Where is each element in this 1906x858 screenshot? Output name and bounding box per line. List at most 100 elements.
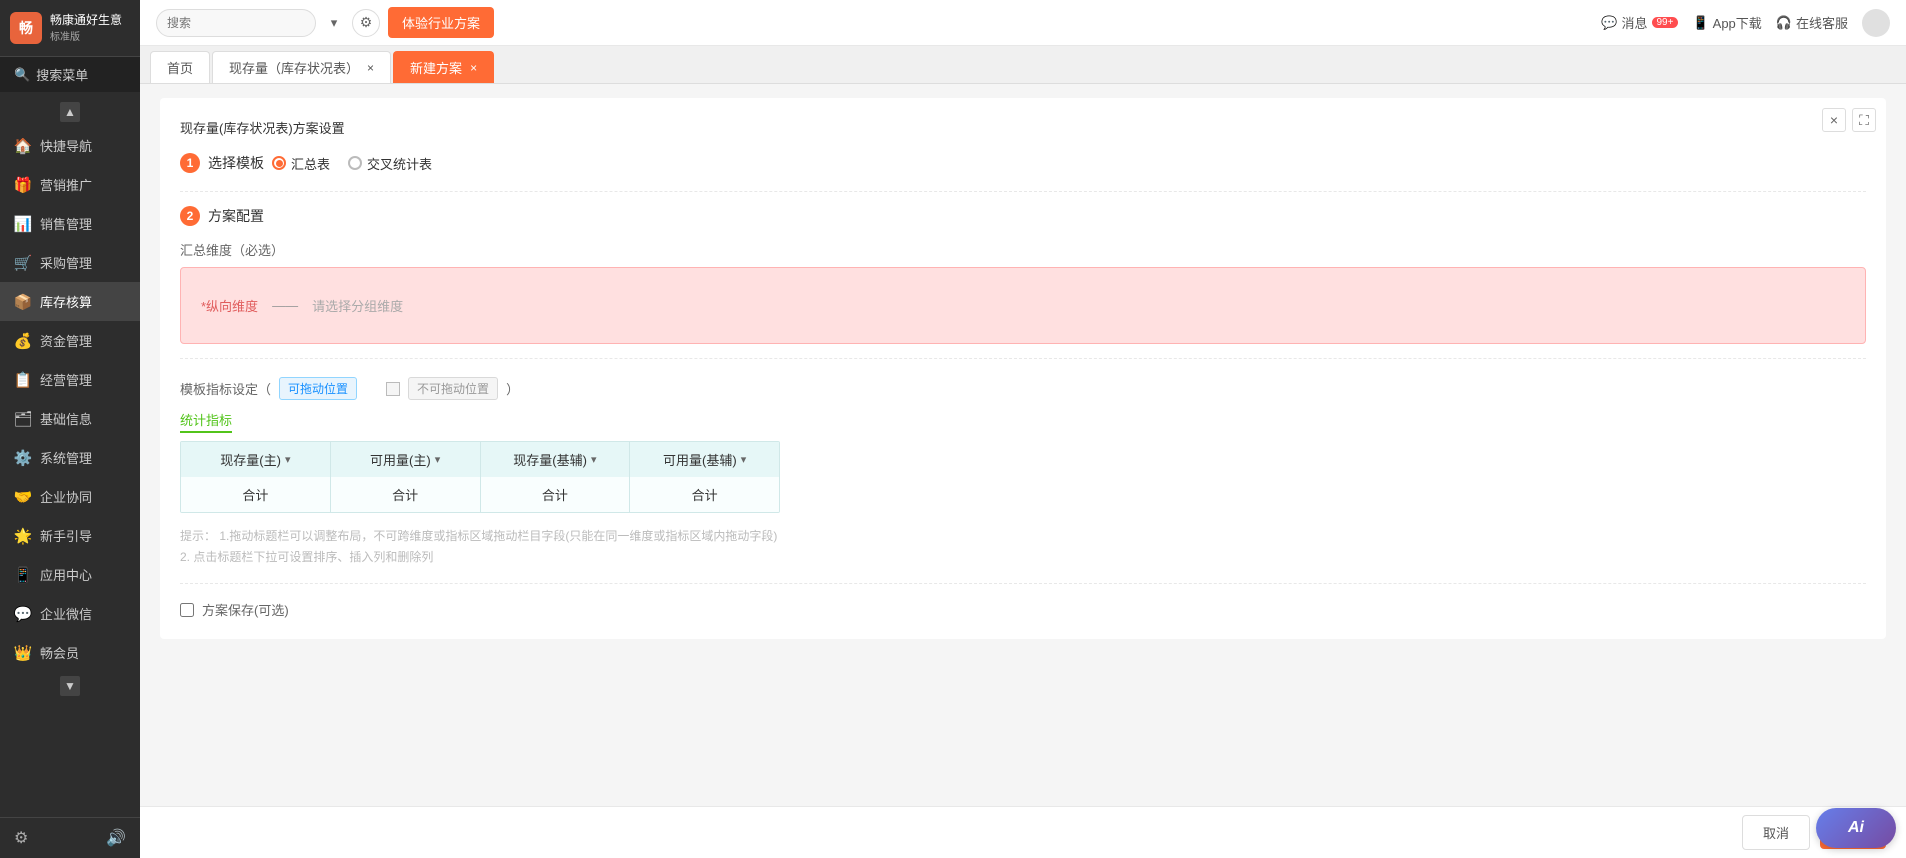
message-label: 消息 [1621, 13, 1647, 32]
sidebar-search-label: 搜索菜单 [36, 65, 88, 84]
sidebar-search[interactable]: 🔍 搜索菜单 [0, 57, 140, 92]
ai-bubble[interactable]: Ai [1816, 808, 1896, 848]
sidebar-item-sales[interactable]: 📊 销售管理 [0, 204, 140, 243]
step2-section: 2 方案配置 汇总维度（必选） *纵向维度 —— 请选择分组维度 模板指标设定（… [180, 206, 1866, 565]
handshake-icon: 🤝 [14, 488, 32, 506]
online-service-label: 在线客服 [1796, 13, 1848, 32]
tab-inventory-label: 现存量（库存状况表） [229, 58, 359, 77]
stats-col-2-header[interactable]: 可用量(主) ▾ [331, 442, 481, 477]
phone-icon: 📱 [14, 566, 32, 584]
stats-col-3-header[interactable]: 现存量(基辅) ▾ [481, 442, 631, 477]
sidebar-item-label: 快捷导航 [40, 136, 92, 155]
stats-cell-1: 合计 [181, 477, 331, 512]
sidebar: 畅 畅康通好生意 标准版 🔍 搜索菜单 ▲ 🏠 快捷导航 🎁 营销推广 📊 销售… [0, 0, 140, 858]
sidebar-item-finance[interactable]: 💰 资金管理 [0, 321, 140, 360]
step2-title: 方案配置 [208, 206, 264, 226]
stats-cell-3: 合计 [481, 477, 631, 512]
home-icon: 🏠 [14, 137, 32, 155]
dimension-dash: —— [272, 298, 298, 313]
cancel-button[interactable]: 取消 [1742, 815, 1810, 850]
folder-icon: 🗂 [14, 410, 32, 428]
sound-icon[interactable]: 🔊 [106, 828, 126, 848]
col-2-chevron: ▾ [435, 453, 441, 466]
radio-summary-circle [272, 156, 286, 170]
stats-section: 统计指标 现存量(主) ▾ 可用量(主) ▾ [180, 410, 1866, 513]
logo-icon: 畅 [10, 12, 42, 44]
topbar-settings-btn[interactable]: ⚙ [352, 9, 380, 37]
sidebar-item-apps[interactable]: 📱 应用中心 [0, 555, 140, 594]
draggable-badge: 可拖动位置 [279, 377, 357, 400]
settings-panel: 现存量(库存状况表)方案设置 × ⛶ 1 选择模板 汇总表 [160, 98, 1886, 639]
fixed-badge: 不可拖动位置 [408, 377, 498, 400]
tab-home[interactable]: 首页 [150, 51, 210, 83]
online-service-btn[interactable]: 🎧 在线客服 [1776, 13, 1848, 32]
topbar-left: ▾ ⚙ 体验行业方案 [156, 7, 1591, 38]
radio-summary[interactable]: 汇总表 [272, 154, 330, 173]
sidebar-item-label: 采购管理 [40, 253, 92, 272]
content-area: 现存量(库存状况表)方案设置 × ⛶ 1 选择模板 汇总表 [140, 84, 1906, 806]
sidebar-logo: 畅 畅康通好生意 标准版 [0, 0, 140, 57]
fixed-indicator-icon [386, 382, 400, 396]
step2-num: 2 [180, 206, 200, 226]
tab-inventory-status[interactable]: 现存量（库存状况表） × [212, 51, 391, 83]
topbar-right: 💬 消息 99+ 📱 App下载 🎧 在线客服 [1601, 9, 1890, 37]
stats-col-1-header[interactable]: 现存量(主) ▾ [181, 442, 331, 477]
divider2 [180, 358, 1866, 359]
dimension-box[interactable]: *纵向维度 —— 请选择分组维度 [180, 267, 1866, 344]
sidebar-item-purchase[interactable]: 🛒 采购管理 [0, 243, 140, 282]
sidebar-item-inventory[interactable]: 📦 库存核算 [0, 282, 140, 321]
box-icon: 📦 [14, 293, 32, 311]
topbar-search-input[interactable] [156, 9, 316, 37]
sidebar-item-marketing[interactable]: 🎁 营销推广 [0, 165, 140, 204]
message-badge: 99+ [1652, 17, 1679, 28]
wechat-icon: 💬 [14, 605, 32, 623]
col-1-chevron: ▾ [285, 453, 291, 466]
app-download-label: App下载 [1713, 13, 1762, 32]
logo-subtitle: 标准版 [50, 28, 122, 43]
panel-title: 现存量(库存状况表)方案设置 [180, 118, 1866, 137]
panel-controls: × ⛶ [1822, 108, 1876, 132]
app-download-btn[interactable]: 📱 App下载 [1692, 13, 1761, 32]
action-bar: 取消 查询 [140, 806, 1906, 858]
scroll-up-btn[interactable]: ▲ [60, 102, 80, 122]
clipboard-icon: 📋 [14, 371, 32, 389]
user-avatar[interactable] [1862, 9, 1890, 37]
message-btn[interactable]: 💬 消息 99+ [1601, 13, 1678, 32]
sidebar-item-wechat[interactable]: 💬 企业微信 [0, 594, 140, 633]
sidebar-footer: ⚙ 🔊 [0, 817, 140, 858]
panel-close-btn[interactable]: × [1822, 108, 1846, 132]
sidebar-item-member[interactable]: 👑 畅会员 [0, 633, 140, 672]
sidebar-item-label: 基础信息 [40, 409, 92, 428]
divider1 [180, 191, 1866, 192]
topbar-dropdown-btn[interactable]: ▾ [324, 13, 344, 33]
tab-new-plan-label: 新建方案 [410, 58, 462, 77]
sidebar-item-basic[interactable]: 🗂 基础信息 [0, 399, 140, 438]
industry-plan-btn[interactable]: 体验行业方案 [388, 7, 494, 38]
save-label: 方案保存(可选) [202, 600, 289, 619]
divider3 [180, 583, 1866, 584]
tip-1: 提示： 1.拖动标题栏可以调整布局，不可跨维度或指标区域拖动栏目字段(只能在同一… [180, 527, 1866, 544]
settings-icon[interactable]: ⚙ [14, 828, 28, 848]
stats-col-4-header[interactable]: 可用量(基辅) ▾ [630, 442, 779, 477]
tab-new-plan-close[interactable]: × [470, 61, 477, 75]
radio-cross[interactable]: 交叉统计表 [348, 154, 432, 173]
cart-icon: 🛒 [14, 254, 32, 272]
radio-cross-circle [348, 156, 362, 170]
save-checkbox[interactable] [180, 603, 194, 617]
tab-new-plan[interactable]: 新建方案 × [393, 51, 494, 83]
ai-label: Ai [1848, 819, 1864, 837]
message-icon: 💬 [1601, 15, 1617, 31]
sidebar-item-newbie[interactable]: 🌟 新手引导 [0, 516, 140, 555]
sidebar-item-quick-nav[interactable]: 🏠 快捷导航 [0, 126, 140, 165]
sidebar-item-corp[interactable]: 🤝 企业协同 [0, 477, 140, 516]
tab-inventory-close[interactable]: × [367, 61, 374, 75]
sidebar-item-label: 销售管理 [40, 214, 92, 233]
scroll-down-btn[interactable]: ▼ [60, 676, 80, 696]
sidebar-item-system[interactable]: ⚙️ 系统管理 [0, 438, 140, 477]
sidebar-item-label: 企业微信 [40, 604, 92, 623]
template-indicators: 模板指标设定（ 可拖动位置 不可拖动位置 ） [180, 377, 1866, 400]
sidebar-item-operation[interactable]: 📋 经营管理 [0, 360, 140, 399]
main-content: ▾ ⚙ 体验行业方案 💬 消息 99+ 📱 App下载 🎧 在线客服 首页 [140, 0, 1906, 858]
step1-title: 选择模板 [208, 153, 264, 173]
panel-expand-btn[interactable]: ⛶ [1852, 108, 1876, 132]
